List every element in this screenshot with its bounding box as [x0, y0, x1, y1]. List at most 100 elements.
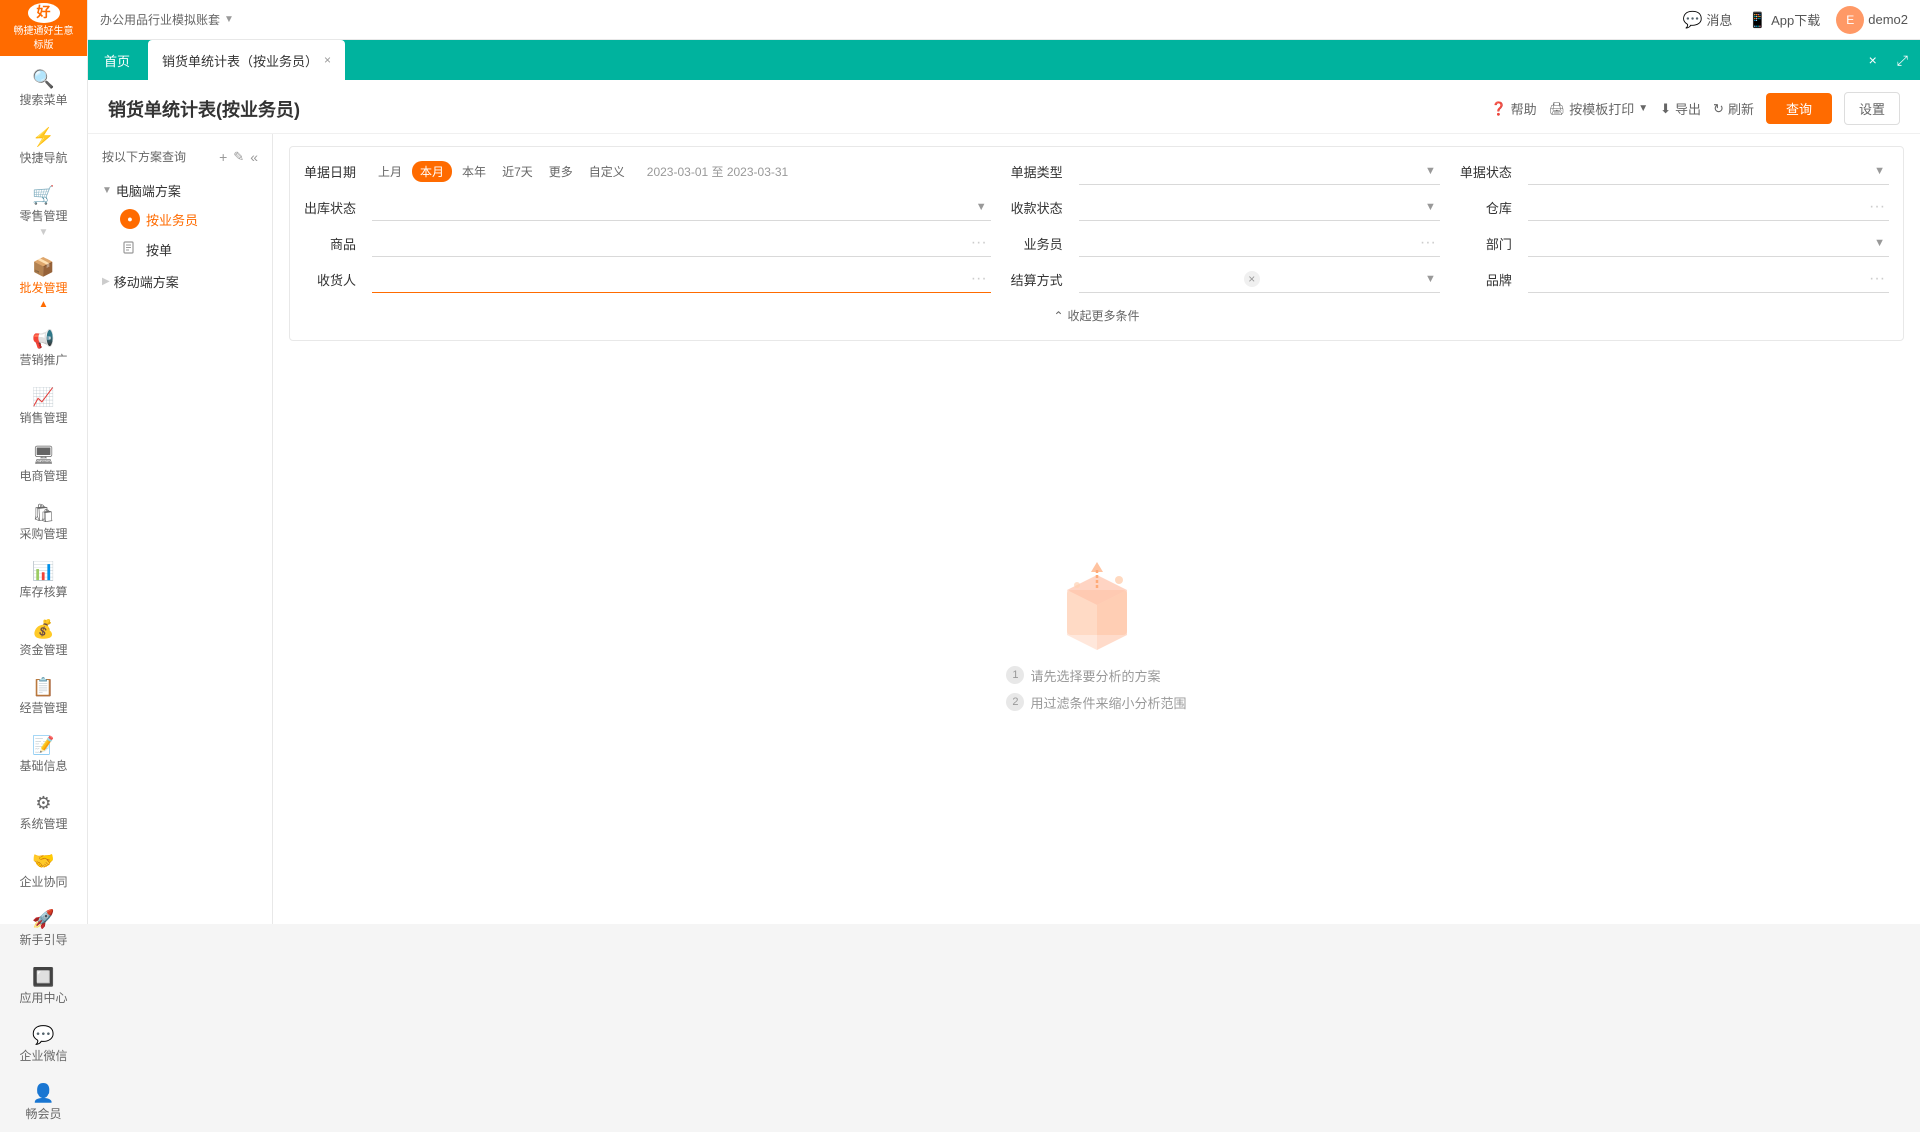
right-panel: 单据日期 上月 本月 本年 近7天 更多 自定义 2023-03-01 至 20… — [273, 134, 1920, 924]
print-button[interactable]: 🖨 按模板打印 ▼ — [1549, 99, 1648, 118]
doc-status-select[interactable]: ▼ — [1528, 157, 1889, 185]
warehouse-label: 仓库 — [1460, 198, 1512, 217]
date-tab-this-month[interactable]: 本月 — [412, 161, 452, 182]
tree-children-pc: ● 按业务员 — [96, 204, 264, 264]
filter-row-3: 商品 ··· 业务员 ··· — [304, 229, 1889, 257]
dept-label: 部门 — [1460, 234, 1512, 253]
date-tab-this-year[interactable]: 本年 — [456, 161, 492, 182]
doc-type-select[interactable]: ▼ — [1079, 157, 1440, 185]
brand-dots[interactable]: ··· — [1869, 270, 1885, 288]
setting-button[interactable]: 设置 — [1844, 92, 1900, 125]
page-actions: ❓ 帮助 🖨 按模板打印 ▼ ⬇ 导出 ↻ 刷新 查询 设置 — [1490, 92, 1900, 125]
dept-filter: 部门 ▼ — [1460, 229, 1889, 257]
app-download-button[interactable]: 📱 App下载 — [1748, 10, 1820, 29]
collapse-panel-icon[interactable]: « — [250, 149, 258, 165]
body-layout: 按以下方案查询 + ✎ « ▼ 电脑端方案 — [88, 134, 1920, 924]
brand-filter: 品牌 ··· — [1460, 265, 1889, 293]
sidebar-item-app-center[interactable]: 🔲 应用中心 — [0, 958, 87, 1016]
tree-pc-label: 电脑端方案 — [116, 181, 181, 200]
sidebar-item-quick-nav[interactable]: ⚡ 快捷导航 — [0, 118, 87, 176]
help-button[interactable]: ❓ 帮助 — [1490, 99, 1536, 118]
receiver-dots[interactable]: ··· — [971, 270, 987, 288]
salesperson-input[interactable]: ··· — [1079, 229, 1440, 257]
receive-status-label: 收款状态 — [1011, 198, 1063, 217]
page-area: 销货单统计表(按业务员) ❓ 帮助 🖨 按模板打印 ▼ ⬇ 导出 ↻ 刷新 — [88, 80, 1920, 924]
payment-chevron-icon: ▼ — [1425, 273, 1436, 285]
app-center-icon: 🔲 — [32, 968, 54, 986]
tab-sales-report[interactable]: 销货单统计表（按业务员） × — [148, 40, 345, 80]
header-left: 办公用品行业模拟账套 ▼ — [100, 11, 234, 28]
sidebar-item-retail[interactable]: 🛒 零售管理 ▼ — [0, 176, 87, 248]
edit-scheme-icon[interactable]: ✎ — [233, 149, 244, 165]
add-scheme-icon[interactable]: + — [219, 149, 227, 165]
brand-label: 品牌 — [1460, 270, 1512, 289]
sidebar-item-wholesale[interactable]: 📦 批发管理 ▲ — [0, 248, 87, 320]
sidebar-item-search[interactable]: 🔍 搜索菜单 — [0, 60, 87, 118]
warehouse-input[interactable]: ··· — [1528, 193, 1889, 221]
product-filter: 商品 ··· — [304, 229, 1011, 257]
members-icon: 👤 — [32, 1084, 54, 1102]
account-dropdown[interactable]: 办公用品行业模拟账套 ▼ — [100, 11, 234, 28]
date-tab-custom[interactable]: 自定义 — [583, 161, 631, 182]
logo-area[interactable]: 好 畅捷通好生意 标版 — [0, 0, 87, 56]
salesperson-dots[interactable]: ··· — [1420, 234, 1436, 252]
tree-leaf-by-salesperson[interactable]: ● 按业务员 — [112, 204, 264, 234]
sidebar-menu: 🔍 搜索菜单 ⚡ 快捷导航 🛒 零售管理 ▼ 📦 批发管理 ▲ 📢 营销推广 📈… — [0, 56, 87, 1132]
date-tab-more[interactable]: 更多 — [543, 161, 579, 182]
doc-status-label: 单据状态 — [1460, 162, 1512, 181]
sidebar-item-onboarding[interactable]: 🚀 新手引导 — [0, 900, 87, 958]
product-input[interactable]: ··· — [372, 229, 991, 257]
date-tab-7days[interactable]: 近7天 — [496, 161, 539, 182]
dept-select[interactable]: ▼ — [1528, 229, 1889, 257]
payment-select[interactable]: × ▼ — [1079, 265, 1440, 293]
sidebar-item-purchase[interactable]: 🛍 采购管理 — [0, 494, 87, 552]
out-status-select[interactable]: ▼ — [372, 193, 991, 221]
product-label: 商品 — [304, 234, 356, 253]
basic-info-icon: 📝 — [32, 736, 54, 754]
sidebar-item-ecommerce[interactable]: 🖥 电商管理 — [0, 436, 87, 494]
doc-status-chevron-icon: ▼ — [1874, 165, 1885, 177]
tree-node-mobile[interactable]: ▶ 移动端方案 — [96, 268, 264, 295]
sidebar-item-operations[interactable]: 📋 经营管理 — [0, 668, 87, 726]
sidebar-item-finance[interactable]: 💰 资金管理 — [0, 610, 87, 668]
user-menu[interactable]: E demo2 — [1836, 6, 1908, 34]
query-button[interactable]: 查询 — [1766, 93, 1832, 124]
doc-scheme-icon — [120, 239, 140, 259]
filter-row-4: 收货人 ··· 结算方式 × ▼ — [304, 265, 1889, 293]
tab-home[interactable]: 首页 — [88, 40, 146, 80]
product-dots[interactable]: ··· — [971, 234, 987, 252]
payment-clear-icon[interactable]: × — [1244, 271, 1260, 287]
sidebar-item-system[interactable]: ⚙ 系统管理 — [0, 784, 87, 842]
tree-node-pc[interactable]: ▼ 电脑端方案 — [96, 177, 264, 204]
receiver-filter: 收货人 ··· — [304, 265, 1011, 293]
system-icon: ⚙ — [35, 794, 51, 812]
tree-arrow-icon: ▼ — [102, 185, 112, 196]
tab-close-all-icon[interactable]: × — [1869, 52, 1877, 68]
receive-status-select[interactable]: ▼ — [1079, 193, 1440, 221]
empty-tips: 1 请先选择要分析的方案 2 用过滤条件来缩小分析范围 — [1006, 666, 1186, 712]
sidebar-item-enterprise[interactable]: 🤝 企业协同 — [0, 842, 87, 900]
refresh-icon: ↻ — [1713, 101, 1724, 117]
sidebar-item-basic-info[interactable]: 📝 基础信息 — [0, 726, 87, 784]
empty-state-icon — [1047, 550, 1147, 650]
tree-leaf-by-doc[interactable]: 按单 — [112, 234, 264, 264]
export-button[interactable]: ⬇ 导出 — [1660, 99, 1701, 118]
refresh-button[interactable]: ↻ 刷新 — [1713, 99, 1754, 118]
sidebar-item-sales[interactable]: 📈 销售管理 — [0, 378, 87, 436]
sidebar-item-members[interactable]: 👤 畅会员 — [0, 1074, 87, 1132]
brand-input[interactable]: ··· — [1528, 265, 1889, 293]
date-tab-last-month[interactable]: 上月 — [372, 161, 408, 182]
date-label: 单据日期 — [304, 162, 356, 181]
collapse-button[interactable]: ⌃ 收起更多条件 — [304, 301, 1889, 330]
warehouse-dots[interactable]: ··· — [1869, 198, 1885, 216]
message-button[interactable]: 💬 消息 — [1682, 10, 1732, 30]
app-subtitle: 标版 — [34, 39, 54, 53]
receiver-input[interactable]: ··· — [372, 265, 991, 293]
by-doc-label: 按单 — [146, 240, 172, 259]
print-icon: 🖨 — [1549, 101, 1566, 117]
sidebar-item-wechat[interactable]: 💬 企业微信 — [0, 1016, 87, 1074]
tab-close-icon[interactable]: × — [324, 53, 331, 67]
tab-maximize-icon[interactable]: ⤢ — [1897, 52, 1908, 69]
sidebar-item-marketing[interactable]: 📢 营销推广 — [0, 320, 87, 378]
sidebar-item-inventory[interactable]: 📊 库存核算 — [0, 552, 87, 610]
